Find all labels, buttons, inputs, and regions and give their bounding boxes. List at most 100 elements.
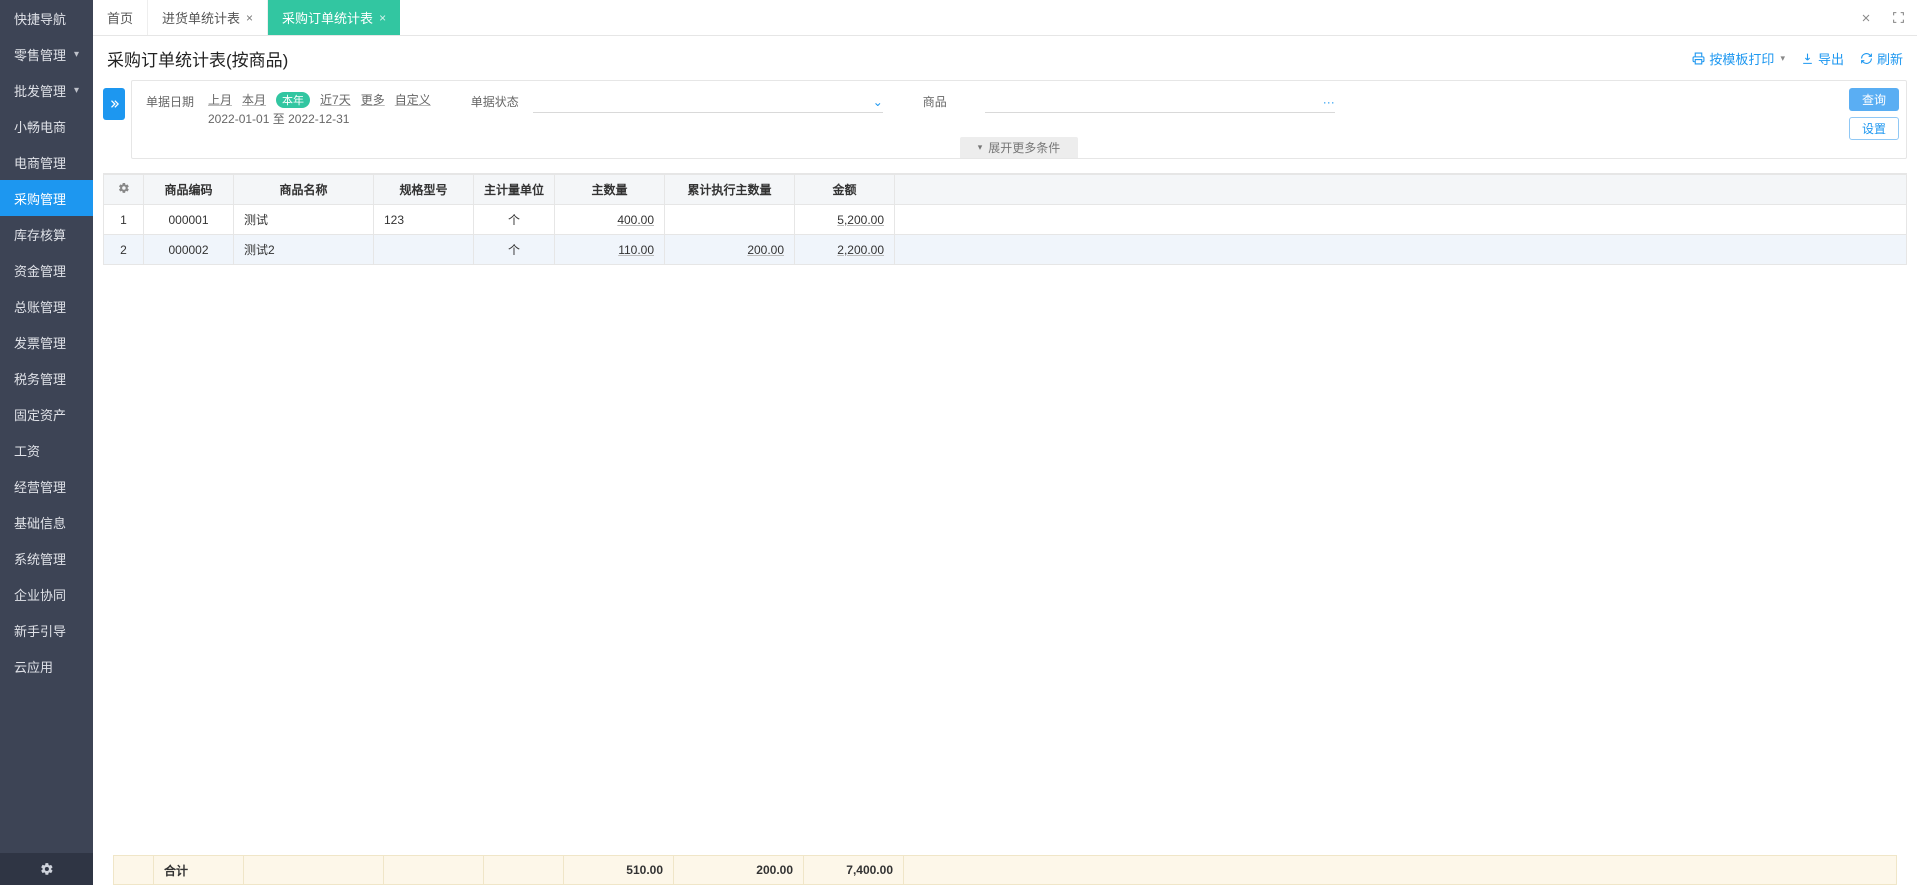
sidebar-item-17[interactable]: 新手引导 — [0, 612, 93, 648]
sidebar-item-label: 库存核算 — [14, 225, 66, 244]
date-sep: 至 — [273, 112, 285, 126]
refresh-label: 刷新 — [1877, 49, 1903, 68]
sidebar-item-label: 税务管理 — [14, 369, 66, 388]
close-icon — [1860, 12, 1872, 24]
sidebar-item-label: 发票管理 — [14, 333, 66, 352]
col-header-7[interactable]: 金额 — [795, 175, 895, 205]
sidebar-settings[interactable] — [0, 853, 93, 885]
tab-2[interactable]: 采购订单统计表 × — [268, 0, 400, 35]
sidebar-item-1[interactable]: 零售管理▾ — [0, 36, 93, 72]
sidebar-item-13[interactable]: 经营管理 — [0, 468, 93, 504]
refresh-icon — [1860, 52, 1873, 65]
tabs-row: 首页进货单统计表× 采购订单统计表 × — [93, 0, 1917, 36]
sidebar-item-5[interactable]: 采购管理 — [0, 180, 93, 216]
date-to: 2022-12-31 — [288, 112, 349, 126]
close-icon[interactable]: × — [246, 11, 253, 25]
sidebar-item-11[interactable]: 固定资产 — [0, 396, 93, 432]
sidebar-item-18[interactable]: 云应用 — [0, 648, 93, 684]
status-select[interactable]: ⌄ — [533, 91, 883, 113]
filter-panel: 单据日期 上月本月本年近7天更多自定义 2022-01-01 至 2022-12… — [131, 80, 1907, 159]
col-header-3[interactable]: 规格型号 — [374, 175, 474, 205]
table-row[interactable]: 2000002测试2个110.00200.002,200.00 — [104, 235, 1907, 265]
sidebar-item-label: 总账管理 — [14, 297, 66, 316]
sidebar-item-8[interactable]: 总账管理 — [0, 288, 93, 324]
export-button[interactable]: 导出 — [1801, 49, 1844, 68]
fullscreen-icon — [1892, 11, 1905, 24]
date-option-0[interactable]: 上月 — [208, 91, 232, 108]
sidebar-item-4[interactable]: 电商管理 — [0, 144, 93, 180]
fullscreen-button[interactable] — [1887, 7, 1909, 29]
sidebar: 快捷导航零售管理▾ 批发管理 ▾ 小畅电商电商管理采购管理库存核算资金管理总账管理发票… — [0, 0, 93, 885]
sidebar-item-label: 资金管理 — [14, 261, 66, 280]
col-header-1[interactable]: 商品编码 — [144, 175, 234, 205]
gear-icon — [118, 182, 130, 194]
total-exec: 200.00 — [674, 856, 804, 884]
page-title: 采购订单统计表(按商品) — [107, 46, 288, 71]
tab-0[interactable]: 首页 — [93, 0, 148, 35]
table-row[interactable]: 1000001测试123个400.005,200.00 — [104, 205, 1907, 235]
sidebar-item-label: 经营管理 — [14, 477, 66, 496]
caret-down-icon: ▾ — [74, 85, 79, 96]
cell: 200.00 — [665, 235, 795, 265]
expand-label: 展开更多条件 — [988, 139, 1060, 156]
sidebar-item-label: 批发管理 — [14, 81, 66, 100]
print-template-button[interactable]: 按模板打印 ▾ — [1692, 49, 1785, 68]
cell: 000001 — [144, 205, 234, 235]
sidebar-item-14[interactable]: 基础信息 — [0, 504, 93, 540]
date-option-3[interactable]: 近7天 — [320, 91, 351, 108]
cell-rest — [895, 235, 1907, 265]
sidebar-item-10[interactable]: 税务管理 — [0, 360, 93, 396]
sidebar-item-2[interactable]: 批发管理 ▾ — [0, 72, 93, 108]
sidebar-item-label: 工资 — [14, 441, 40, 460]
total-label: 合计 — [154, 856, 244, 884]
title-row: 采购订单统计表(按商品) 按模板打印 ▾ 导出 刷新 — [93, 36, 1917, 80]
sidebar-item-16[interactable]: 企业协同 — [0, 576, 93, 612]
sidebar-item-12[interactable]: 工资 — [0, 432, 93, 468]
filter-product-label: 商品 — [923, 91, 975, 110]
date-option-5[interactable]: 自定义 — [395, 91, 431, 108]
product-input[interactable]: ··· — [985, 91, 1335, 113]
query-button[interactable]: 查询 — [1849, 88, 1899, 111]
sidebar-item-15[interactable]: 系统管理 — [0, 540, 93, 576]
date-option-4[interactable]: 更多 — [361, 91, 385, 108]
col-header-rest — [895, 175, 1907, 205]
collapse-filter-handle[interactable] — [103, 88, 125, 120]
total-qty: 510.00 — [564, 856, 674, 884]
sidebar-item-9[interactable]: 发票管理 — [0, 324, 93, 360]
chevron-down-icon: ▾ — [1780, 53, 1785, 64]
refresh-button[interactable]: 刷新 — [1860, 49, 1903, 68]
sidebar-item-label: 采购管理 — [14, 189, 66, 208]
tab-1[interactable]: 进货单统计表× — [148, 0, 268, 35]
filter-date: 单据日期 上月本月本年近7天更多自定义 2022-01-01 至 2022-12… — [146, 91, 431, 127]
export-icon — [1801, 52, 1814, 65]
col-header-4[interactable]: 主计量单位 — [474, 175, 555, 205]
sidebar-item-6[interactable]: 库存核算 — [0, 216, 93, 252]
cell: 5,200.00 — [795, 205, 895, 235]
print-label: 按模板打印 — [1709, 49, 1774, 68]
col-header-0[interactable] — [104, 175, 144, 205]
data-table: 商品编码商品名称规格型号主计量单位主数量累计执行主数量金额 1000001测试1… — [103, 174, 1907, 265]
filter-panel-wrap: 单据日期 上月本月本年近7天更多自定义 2022-01-01 至 2022-12… — [103, 80, 1907, 159]
settings-button[interactable]: 设置 — [1849, 117, 1899, 140]
close-icon[interactable]: × — [379, 11, 386, 25]
close-all-tabs[interactable] — [1855, 7, 1877, 29]
date-option-1[interactable]: 本月 — [242, 91, 266, 108]
main: 首页进货单统计表× 采购订单统计表 × 采购订单统计表(按商品) 按模板打印 ▾ — [93, 0, 1917, 885]
sidebar-item-label: 企业协同 — [14, 585, 66, 604]
sidebar-item-label: 固定资产 — [14, 405, 66, 424]
col-header-2[interactable]: 商品名称 — [234, 175, 374, 205]
expand-conditions[interactable]: ▾ 展开更多条件 — [960, 137, 1079, 158]
col-header-5[interactable]: 主数量 — [555, 175, 665, 205]
col-header-6[interactable]: 累计执行主数量 — [665, 175, 795, 205]
tab-label: 采购订单统计表 — [282, 8, 373, 27]
sidebar-item-0[interactable]: 快捷导航 — [0, 0, 93, 36]
date-option-2[interactable]: 本年 — [276, 92, 310, 108]
cell: 测试2 — [234, 235, 374, 265]
sidebar-item-7[interactable]: 资金管理 — [0, 252, 93, 288]
gear-icon — [40, 862, 54, 876]
filter-product: 商品 ··· — [923, 91, 1335, 113]
cell: 个 — [474, 235, 555, 265]
sidebar-item-label: 系统管理 — [14, 549, 66, 568]
sidebar-item-3[interactable]: 小畅电商 — [0, 108, 93, 144]
sidebar-item-label: 云应用 — [14, 657, 53, 676]
